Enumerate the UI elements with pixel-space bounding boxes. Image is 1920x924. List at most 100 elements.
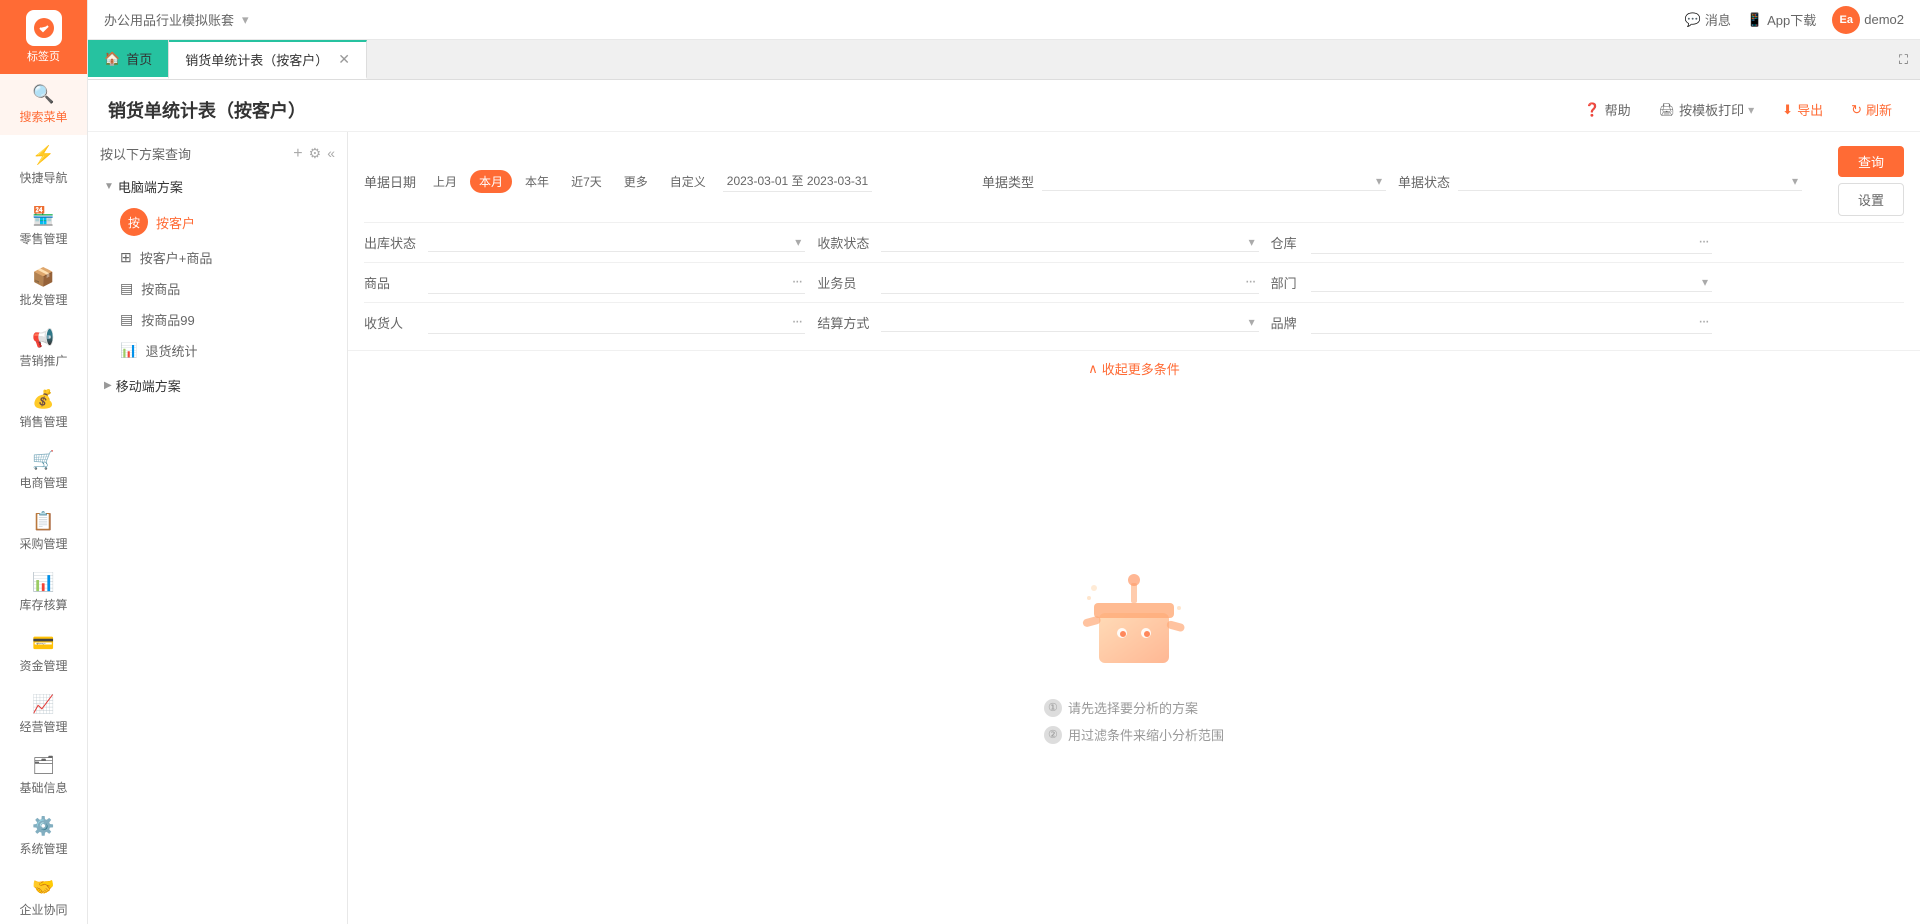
- message-btn[interactable]: 💬 消息: [1685, 10, 1731, 29]
- help-icon: ❓: [1584, 102, 1600, 118]
- tab-close-icon[interactable]: ✕: [338, 51, 350, 68]
- scheme-panel: 按以下方案查询 + ⚙ « ▼ 电脑端方案 按 按客户: [88, 132, 348, 924]
- sidebar-item-marketing[interactable]: 📢 营销推广: [0, 318, 87, 379]
- department-control[interactable]: ▾: [1311, 273, 1712, 292]
- logo-icon: [26, 10, 62, 46]
- app-download-btn[interactable]: 📱 App下载: [1747, 10, 1816, 29]
- goods-control[interactable]: ···: [428, 271, 805, 294]
- shortcuts-icon: ⚡: [32, 145, 54, 166]
- date-btn-thismonth[interactable]: 本月: [470, 170, 512, 193]
- scheme-item-returns[interactable]: 📊 退货统计: [96, 335, 339, 366]
- query-panel: 按以下方案查询 + ⚙ « ▼ 电脑端方案 按 按客户: [88, 132, 1920, 924]
- scheme-group-header-mobile[interactable]: ▶ 移动端方案: [96, 370, 339, 401]
- date-range[interactable]: 2023-03-01 至 2023-03-31: [723, 170, 872, 192]
- filter-item-warehouse: 仓库 ···: [1271, 231, 1712, 254]
- scheme-collapse-icon[interactable]: «: [327, 145, 335, 163]
- scheme-add-icon[interactable]: +: [293, 145, 302, 163]
- empty-hints: ① 请先选择要分析的方案 ② 用过滤条件来缩小分析范围: [1044, 698, 1224, 752]
- collection-control[interactable]: ▾: [881, 233, 1258, 252]
- date-btn-custom[interactable]: 自定义: [661, 170, 715, 193]
- goods-99-icon: ▤: [120, 311, 133, 328]
- fullscreen-icon: ⛶: [1899, 52, 1908, 68]
- scheme-settings-icon[interactable]: ⚙: [309, 145, 322, 163]
- sidebar-item-retail[interactable]: 🏪 零售管理: [0, 196, 87, 257]
- scheme-header: 按以下方案查询 + ⚙ «: [96, 144, 339, 163]
- doc-type-dropdown-icon: ▾: [1376, 174, 1382, 188]
- filter-row-3: 商品 ··· 业务员 ···: [364, 263, 1904, 303]
- refresh-btn[interactable]: ↻ 刷新: [1843, 96, 1900, 123]
- sidebar-item-shortcuts[interactable]: ⚡ 快捷导航: [0, 135, 87, 196]
- sidebar-item-inventory[interactable]: 📊 库存核算: [0, 562, 87, 623]
- salesperson-dots: ···: [1245, 273, 1255, 291]
- doc-status-label: 单据状态: [1398, 172, 1450, 191]
- salesperson-control[interactable]: ···: [881, 271, 1258, 294]
- sidebar-item-operations[interactable]: 📈 经营管理: [0, 684, 87, 745]
- help-btn[interactable]: ❓ 帮助: [1576, 96, 1638, 123]
- query-button[interactable]: 查询: [1838, 146, 1904, 177]
- filter-item-collection: 收款状态 ▾: [817, 233, 1258, 252]
- industry-dropdown-icon[interactable]: ▾: [242, 12, 249, 28]
- sidebar-item-finance[interactable]: 💳 资金管理: [0, 623, 87, 684]
- user-name: demo2: [1864, 12, 1904, 27]
- sidebar-item-ecommerce[interactable]: 🛒 电商管理: [0, 440, 87, 501]
- scheme-group-desktop: ▼ 电脑端方案 按 按客户 ⊞ 按客户+商品 ▤ 按商品: [96, 171, 339, 366]
- fullscreen-btn[interactable]: ⛶: [1887, 40, 1920, 79]
- warehouse-control[interactable]: ···: [1311, 231, 1712, 254]
- date-btn-7days[interactable]: 近7天: [562, 170, 611, 193]
- message-label: 消息: [1705, 10, 1731, 29]
- tab-home[interactable]: 🏠 首页: [88, 40, 169, 79]
- brand-control[interactable]: ···: [1311, 311, 1712, 334]
- warehouse-dots: ···: [1698, 233, 1708, 251]
- export-btn[interactable]: ⬇ 导出: [1774, 96, 1831, 123]
- sidebar-item-label: 快捷导航: [19, 169, 67, 186]
- tab-sales-stat[interactable]: 销货单统计表（按客户） ✕: [169, 40, 367, 79]
- out-status-control[interactable]: ▾: [428, 233, 805, 252]
- filter-item-goods: 商品 ···: [364, 271, 805, 294]
- settlement-label: 结算方式: [817, 313, 873, 332]
- filter-item-outstatus: 出库状态 ▾: [364, 233, 805, 252]
- message-icon: 💬: [1685, 12, 1701, 28]
- sidebar-item-purchase[interactable]: 📋 采购管理: [0, 501, 87, 562]
- filter-item-department: 部门 ▾: [1271, 273, 1712, 292]
- scheme-item-by-goods-99[interactable]: ▤ 按商品99: [96, 304, 339, 335]
- scheme-group-header-desktop[interactable]: ▼ 电脑端方案: [96, 171, 339, 202]
- collapse-bar[interactable]: ∧ 收起更多条件: [348, 351, 1920, 386]
- empty-state: ① 请先选择要分析的方案 ② 用过滤条件来缩小分析范围: [348, 386, 1920, 924]
- scheme-item-by-customer-goods[interactable]: ⊞ 按客户+商品: [96, 242, 339, 273]
- sidebar-item-search[interactable]: 🔍 搜索菜单: [0, 74, 87, 135]
- wholesale-icon: 📦: [32, 267, 54, 288]
- template-print-btn[interactable]: 🖨 按模板打印 ▾: [1651, 96, 1763, 123]
- filter-item-recipient: 收货人 ···: [364, 311, 805, 334]
- sidebar-item-label: 批发管理: [19, 291, 67, 308]
- brand-dots: ···: [1698, 313, 1708, 331]
- sidebar-item-sales[interactable]: 💰 销售管理: [0, 379, 87, 440]
- recipient-control[interactable]: ···: [428, 311, 805, 334]
- scheme-item-by-goods[interactable]: ▤ 按商品: [96, 273, 339, 304]
- logo-area: 标签页: [0, 0, 87, 74]
- recipient-dots: ···: [791, 313, 801, 331]
- sidebar-item-cooperation[interactable]: 🤝 企业协同: [0, 867, 87, 924]
- doc-type-control[interactable]: ▾: [1042, 172, 1386, 191]
- top-header: 办公用品行业模拟账套 ▾ 💬 消息 📱 App下载 Ea demo2: [88, 0, 1920, 40]
- sidebar-item-wholesale[interactable]: 📦 批发管理: [0, 257, 87, 318]
- sidebar-item-label: 搜索菜单: [19, 108, 67, 125]
- sidebar-item-system[interactable]: ⚙️ 系统管理: [0, 806, 87, 867]
- refresh-label: 刷新: [1866, 100, 1892, 119]
- group-label: 电脑端方案: [118, 177, 183, 196]
- date-btn-lastmonth[interactable]: 上月: [424, 170, 466, 193]
- page-actions: ❓ 帮助 🖨 按模板打印 ▾ ⬇ 导出 ↻ 刷新: [1576, 96, 1900, 123]
- content-area: 销货单统计表（按客户） ❓ 帮助 🖨 按模板打印 ▾ ⬇ 导出 ↻ 刷新: [88, 80, 1920, 924]
- settings-button[interactable]: 设置: [1838, 183, 1904, 216]
- user-profile-btn[interactable]: Ea demo2: [1832, 6, 1904, 34]
- page-title: 销货单统计表（按客户）: [108, 97, 306, 123]
- date-buttons: 上月 本月 本年 近7天 更多 自定义: [424, 170, 715, 193]
- date-btn-more[interactable]: 更多: [615, 170, 657, 193]
- settlement-control[interactable]: ▾: [881, 313, 1258, 332]
- scheme-item-by-customer[interactable]: 按 按客户: [96, 202, 339, 242]
- doc-type-label: 单据类型: [982, 172, 1034, 191]
- sidebar-item-basicinfo[interactable]: 🗂 基础信息: [0, 745, 87, 806]
- date-btn-thisyear[interactable]: 本年: [516, 170, 558, 193]
- sidebar-item-label: 系统管理: [19, 840, 67, 857]
- sidebar-item-label: 销售管理: [19, 413, 67, 430]
- doc-status-control[interactable]: ▾: [1458, 172, 1802, 191]
